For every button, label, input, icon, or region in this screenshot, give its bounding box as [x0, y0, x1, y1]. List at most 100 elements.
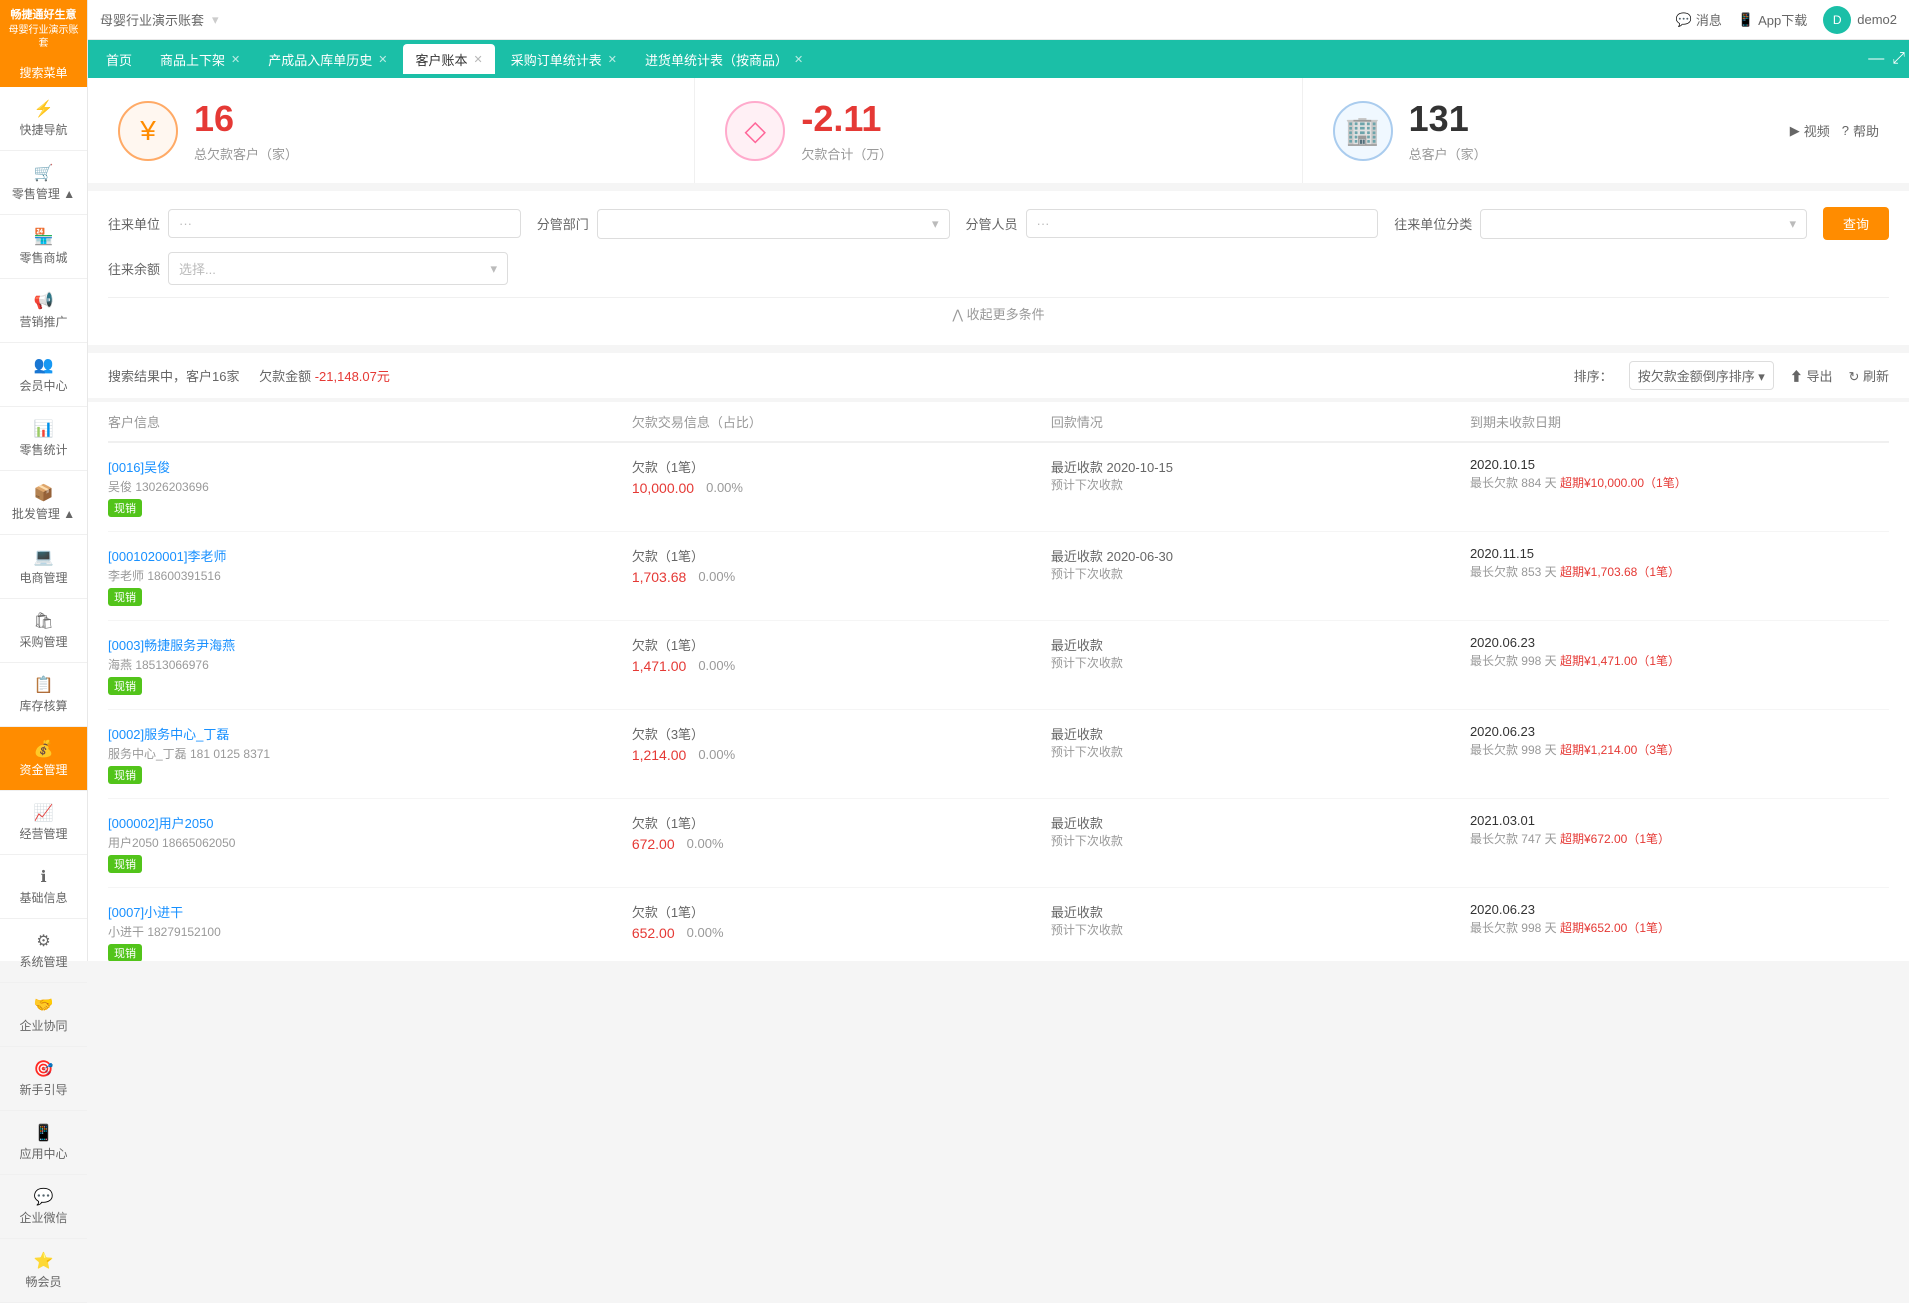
tab-4[interactable]: 采购订单统计表✕: [499, 44, 629, 74]
overdue-link[interactable]: 超期¥10,000.00（1笔）: [1560, 476, 1687, 490]
sidebar-icon: 💰: [4, 739, 83, 759]
due-info: 最长欠款 747 天 超期¥672.00（1笔）: [1470, 830, 1889, 847]
account-selector[interactable]: 母婴行业演示账套: [100, 10, 204, 29]
sidebar-item-应用中心[interactable]: 📱应用中心: [0, 1111, 87, 1175]
debt-count: 欠款（1笔）: [632, 902, 1051, 921]
table-row: [000002]用户2050 用户2050 18665062050 现销 欠款（…: [108, 799, 1889, 888]
customer-phone: 用户2050 18665062050: [108, 834, 632, 851]
category-select[interactable]: ▾: [1480, 209, 1807, 239]
export-btn[interactable]: ⬆ 导出: [1790, 366, 1833, 385]
sidebar-item-采购管理[interactable]: 🛍采购管理: [0, 599, 87, 663]
result-actions: 排序： 按欠款金额倒序排序 ▾ ⬆ 导出 ↻ 刷新: [1574, 361, 1889, 390]
filter-area: 往来单位 ··· 分管部门 ▾ 分管人员: [88, 191, 1909, 345]
sidebar-item-新手引导[interactable]: 🎯新手引导: [0, 1047, 87, 1111]
customer-name[interactable]: [0007]小进干: [108, 905, 183, 920]
sidebar-item-会员中心[interactable]: 👥 会员中心: [0, 343, 87, 407]
tab-label: 商品上下架: [160, 50, 225, 69]
manager-input[interactable]: ···: [1026, 209, 1379, 238]
sidebar-icon: 💬: [4, 1187, 83, 1207]
refresh-btn[interactable]: ↻ 刷新: [1848, 366, 1889, 385]
dept-select[interactable]: ▾: [597, 209, 950, 239]
due-date: 2020.06.23: [1470, 902, 1889, 917]
filter-item-4: 往来单位分类 ▾: [1394, 209, 1807, 239]
sidebar-item-零售统计[interactable]: 📊零售统计: [0, 407, 87, 471]
payback-cell: 最近收款 预计下次收款: [1051, 724, 1470, 784]
sidebar-item-畅会员[interactable]: ⭐畅会员: [0, 1239, 87, 1303]
export-icon: ⬆: [1790, 369, 1807, 384]
sidebar-item-系统管理[interactable]: ⚙系统管理: [0, 919, 87, 983]
sidebar-label: 零售商城: [4, 249, 83, 266]
overdue-link[interactable]: 超期¥652.00（1笔）: [1560, 921, 1670, 935]
sidebar-label: 营销推广: [4, 313, 83, 330]
table-body: [0016]吴俊 吴俊 13026203696 现销 欠款（1笔） 10,000…: [108, 443, 1889, 961]
debt-count: 欠款（1笔）: [632, 457, 1051, 476]
search-button[interactable]: 查询: [1823, 207, 1889, 240]
video-link[interactable]: ▶ 视频: [1790, 121, 1830, 140]
tab-close[interactable]: ✕: [378, 53, 387, 66]
user-avatar[interactable]: D demo2: [1823, 6, 1897, 34]
tab-2[interactable]: 产成品入库单历史✕: [256, 44, 399, 74]
next-payment: 预计下次收款: [1051, 565, 1470, 582]
overdue-link[interactable]: 超期¥672.00（1笔）: [1560, 832, 1670, 846]
collapse-icon: ⋀: [952, 307, 966, 322]
overdue-link[interactable]: 超期¥1,703.68（1笔）: [1560, 565, 1680, 579]
tab-close[interactable]: ✕: [231, 53, 240, 66]
sort-select[interactable]: 按欠款金额倒序排序 ▾: [1629, 361, 1774, 390]
customer-info-cell: [0007]小进干 小进干 18279152100 现销: [108, 902, 632, 961]
customer-name[interactable]: [0016]吴俊: [108, 460, 170, 475]
sidebar-item-电商管理[interactable]: 💻电商管理: [0, 535, 87, 599]
payback-cell: 最近收款 预计下次收款: [1051, 635, 1470, 695]
tab-close[interactable]: ✕: [608, 53, 617, 66]
tab-0[interactable]: 首页: [94, 44, 144, 74]
sidebar-item-资金管理[interactable]: 💰资金管理: [0, 727, 87, 791]
tab-close[interactable]: ✕: [474, 53, 483, 66]
sidebar-search[interactable]: 搜索菜单: [0, 58, 87, 87]
customer-name[interactable]: [000002]用户2050: [108, 816, 214, 831]
dots-icon-2: ···: [1037, 216, 1050, 231]
sidebar-item-批发管理[interactable]: 📦批发管理 ▲: [0, 471, 87, 535]
customer-phone: 海燕 18513066976: [108, 656, 632, 673]
app-download-link[interactable]: 📱 App下载: [1738, 10, 1807, 29]
vendor-input[interactable]: ···: [168, 209, 521, 238]
last-payment: 最近收款: [1051, 724, 1470, 743]
help-link[interactable]: ? 帮助: [1842, 121, 1879, 140]
sort-label: 排序：: [1574, 366, 1613, 385]
tab-5[interactable]: 进货单统计表（按商品）✕: [633, 44, 815, 74]
sidebar-item-快捷导航[interactable]: ⚡快捷导航: [0, 87, 87, 151]
sidebar-item-经营管理[interactable]: 📈经营管理: [0, 791, 87, 855]
tab-close[interactable]: ✕: [794, 53, 803, 66]
sidebar-item-库存核算[interactable]: 📋库存核算: [0, 663, 87, 727]
minimize-icon[interactable]: —: [1868, 50, 1884, 68]
overdue-link[interactable]: 超期¥1,471.00（1笔）: [1560, 654, 1680, 668]
sidebar-item-营销推广[interactable]: 📢营销推广: [0, 279, 87, 343]
customer-name[interactable]: [0003]畅捷服务尹海燕: [108, 638, 235, 653]
tab-3[interactable]: 客户账本✕: [403, 44, 494, 74]
customer-tag: 现销: [108, 677, 142, 695]
message-link[interactable]: 💬 消息: [1676, 10, 1722, 29]
sidebar-item-零售商城[interactable]: 🏪零售商城: [0, 215, 87, 279]
filter-label-2: 分管部门: [537, 214, 589, 233]
collapse-button[interactable]: ⋀ 收起更多条件: [108, 297, 1889, 329]
tab-1[interactable]: 商品上下架 ✕: [148, 44, 252, 74]
sidebar-icon: 👥: [4, 355, 83, 375]
customer-phone: 李老师 18600391516: [108, 567, 632, 584]
sidebar-label: 系统管理: [4, 953, 83, 970]
sidebar-label: 会员中心: [4, 377, 83, 394]
sidebar-item-企业微信[interactable]: 💬企业微信: [0, 1175, 87, 1239]
customer-info-cell: [0001020001]李老师 李老师 18600391516 现销: [108, 546, 632, 606]
sidebar-item-基础信息[interactable]: ℹ基础信息: [0, 855, 87, 919]
customer-name[interactable]: [0002]服务中心_丁磊: [108, 727, 229, 742]
sidebar-item-企业协同[interactable]: 🤝企业协同: [0, 983, 87, 1047]
balance-select[interactable]: 选择... ▾: [168, 252, 508, 285]
due-date: 2020.10.15: [1470, 457, 1889, 472]
stat-2-value: -2.11: [801, 98, 892, 140]
stat-card-1: ¥ 16 总欠款客户（家）: [88, 78, 695, 183]
customer-name[interactable]: [0001020001]李老师: [108, 549, 227, 564]
last-payment: 最近收款: [1051, 902, 1470, 921]
stat-2-content: -2.11 欠款合计（万）: [801, 98, 892, 163]
maximize-icon[interactable]: ⤢: [1892, 50, 1905, 68]
filter-row-2: 往来余额 选择... ▾: [108, 252, 508, 285]
overdue-link[interactable]: 超期¥1,214.00（3笔）: [1560, 743, 1680, 757]
debt-amount: 652.00: [632, 925, 675, 941]
sidebar-item-零售管理[interactable]: 🛒零售管理 ▲: [0, 151, 87, 215]
